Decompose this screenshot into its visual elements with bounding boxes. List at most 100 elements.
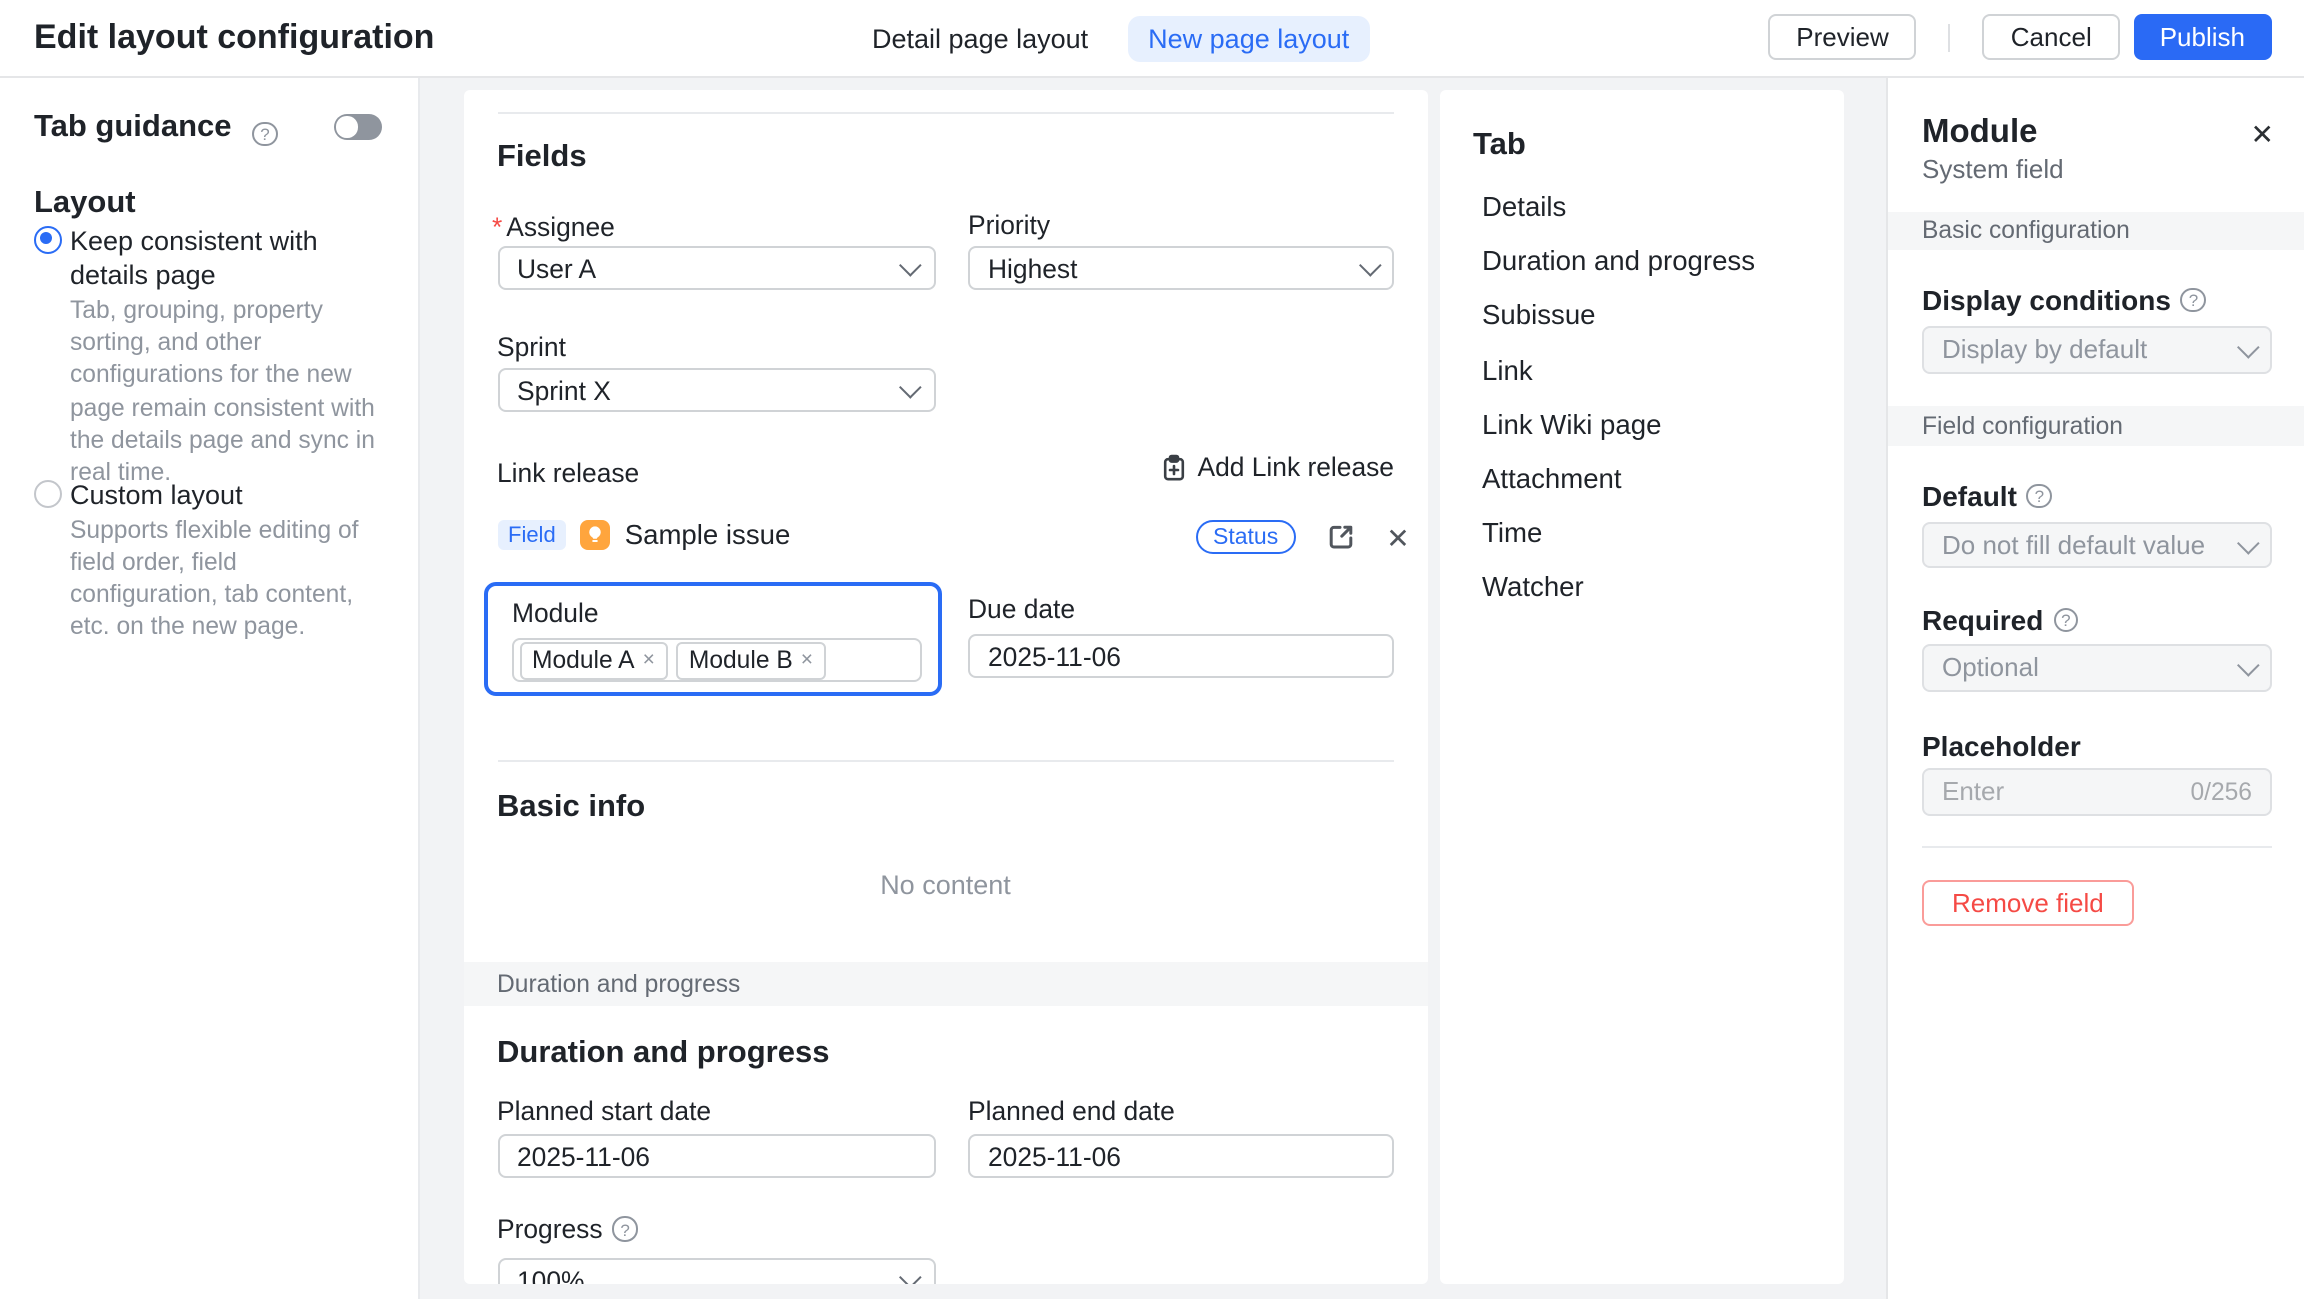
default-help-icon[interactable]: ? xyxy=(2026,483,2052,509)
required-select: Optional xyxy=(1922,644,2272,691)
tab-item-time[interactable]: Time xyxy=(1440,506,1843,560)
radio-keep-consistent[interactable] xyxy=(34,226,62,254)
module-field-selected-box[interactable]: Module Module A × Module B × xyxy=(484,582,942,696)
default-label: Default xyxy=(1922,480,2017,512)
radio-keep-consistent-label[interactable]: Keep consistent with details page xyxy=(70,223,374,292)
link-release-label: Link release xyxy=(497,458,640,488)
chevron-down-icon xyxy=(2236,654,2258,676)
assignee-value: User A xyxy=(517,253,597,283)
display-conditions-select: Display by default xyxy=(1922,326,2272,373)
tab-item-link-wiki-page[interactable]: Link Wiki page xyxy=(1440,398,1843,452)
progress-label: Progress xyxy=(497,1214,603,1244)
config-divider xyxy=(1922,845,2272,847)
add-link-release-button[interactable]: Add Link release xyxy=(1160,452,1394,482)
due-date-value: 2025-11-06 xyxy=(988,641,1121,671)
placeholder-label: Placeholder xyxy=(1922,730,2081,762)
edit-layout-configuration-screen: Edit layout configuration Detail page la… xyxy=(0,0,2304,1299)
required-help-icon[interactable]: ? xyxy=(2053,607,2079,633)
radio-custom-layout-label[interactable]: Custom layout xyxy=(70,477,374,512)
issue-type-icon xyxy=(580,520,611,550)
field-configuration-band: Field configuration xyxy=(1888,406,2304,445)
header-actions: Preview Cancel Publish xyxy=(1768,14,2271,60)
sprint-select[interactable]: Sprint X xyxy=(497,368,935,412)
planned-start-input[interactable]: 2025-11-06 xyxy=(497,1134,935,1178)
layout-section-label: Layout xyxy=(34,186,136,220)
display-conditions-label: Display conditions xyxy=(1922,284,2171,316)
config-panel-title: Module xyxy=(1922,114,2038,150)
tab-detail-page-layout[interactable]: Detail page layout xyxy=(860,15,1100,61)
priority-select[interactable]: Highest xyxy=(968,246,1394,290)
chevron-down-icon xyxy=(2236,531,2258,553)
tab-item-watcher[interactable]: Watcher xyxy=(1440,561,1843,615)
tab-panel-heading: Tab xyxy=(1473,128,1526,162)
page-title: Edit layout configuration xyxy=(34,18,435,56)
remove-tag-icon[interactable]: × xyxy=(643,648,655,672)
due-date-input[interactable]: 2025-11-06 xyxy=(968,634,1394,678)
chevron-down-icon xyxy=(899,254,921,276)
required-asterisk: * xyxy=(492,212,503,242)
display-conditions-help-icon[interactable]: ? xyxy=(2180,287,2206,313)
duration-progress-band-label: Duration and progress xyxy=(497,969,741,998)
placeholder-input: Enter 0/256 xyxy=(1922,768,2272,815)
required-row: Required ? xyxy=(1922,604,2079,636)
close-panel-icon[interactable]: ✕ xyxy=(2251,118,2274,152)
radio-keep-consistent-description: Tab, grouping, property sorting, and oth… xyxy=(70,296,375,487)
tab-item-subissue[interactable]: Subissue xyxy=(1440,289,1843,343)
module-label: Module xyxy=(512,598,599,628)
progress-value: 100% xyxy=(517,1265,585,1283)
assignee-label-row: * Assignee xyxy=(492,210,615,246)
layout-tabs: Detail page layout New page layout xyxy=(860,0,1370,76)
section-divider xyxy=(497,760,1394,762)
default-select: Do not fill default value xyxy=(1922,521,2272,568)
module-tag-label: Module A xyxy=(532,646,635,674)
tab-item-link[interactable]: Link xyxy=(1440,343,1843,397)
tab-item-duration-and-progress[interactable]: Duration and progress xyxy=(1440,234,1843,288)
radio-custom-layout-description: Supports flexible editing of field order… xyxy=(70,515,359,641)
remove-linked-issue-icon[interactable]: ✕ xyxy=(1386,523,1409,551)
sprint-label: Sprint xyxy=(497,332,566,362)
module-tags-input[interactable]: Module A × Module B × xyxy=(512,638,922,682)
remove-tag-icon[interactable]: × xyxy=(801,648,813,672)
tab-list-panel: Tab Details Duration and progress Subiss… xyxy=(1440,90,1843,1283)
required-label: Required xyxy=(1922,604,2044,636)
planned-end-input[interactable]: 2025-11-06 xyxy=(968,1134,1394,1178)
priority-value: Highest xyxy=(988,253,1078,283)
radio-custom-layout[interactable] xyxy=(34,480,62,508)
remove-field-button[interactable]: Remove field xyxy=(1922,880,2134,925)
duration-progress-heading: Duration and progress xyxy=(497,1036,830,1070)
cancel-button[interactable]: Cancel xyxy=(1982,14,2120,60)
duration-progress-band: Duration and progress xyxy=(464,962,1427,1005)
config-panel-subtitle: System field xyxy=(1922,154,2064,184)
char-counter: 0/256 xyxy=(2190,777,2252,806)
fields-heading: Fields xyxy=(497,140,587,174)
status-pill[interactable]: Status xyxy=(1195,520,1297,554)
progress-select[interactable]: 100% xyxy=(497,1258,935,1283)
header-divider xyxy=(1948,23,1951,51)
basic-configuration-band: Basic configuration xyxy=(1888,211,2304,250)
form-preview-panel: Fields * Assignee Priority User A Highest… xyxy=(464,90,1427,1283)
tab-item-attachment[interactable]: Attachment xyxy=(1440,452,1843,506)
tab-guidance-label: Tab guidance xyxy=(34,110,232,144)
tab-guidance-help-icon[interactable]: ? xyxy=(252,121,278,147)
tab-list: Details Duration and progress Subissue L… xyxy=(1440,180,1843,615)
tab-new-page-layout[interactable]: New page layout xyxy=(1128,15,1370,61)
chevron-down-icon xyxy=(899,1266,921,1283)
assignee-select[interactable]: User A xyxy=(497,246,935,290)
assignee-label: Assignee xyxy=(506,212,615,242)
planned-end-label: Planned end date xyxy=(968,1096,1175,1126)
clipboard-plus-icon xyxy=(1163,453,1184,480)
tab-guidance-toggle[interactable] xyxy=(334,114,381,140)
field-configuration-label: Field configuration xyxy=(1922,411,2123,440)
open-external-icon[interactable] xyxy=(1328,524,1354,550)
preview-button[interactable]: Preview xyxy=(1768,14,1917,60)
header: Edit layout configuration Detail page la… xyxy=(0,0,2304,77)
issue-title[interactable]: Sample issue xyxy=(625,520,791,550)
progress-help-icon[interactable]: ? xyxy=(612,1216,638,1242)
publish-button[interactable]: Publish xyxy=(2133,14,2271,60)
module-tag: Module B × xyxy=(675,641,827,679)
default-value: Do not fill default value xyxy=(1942,529,2206,560)
tab-item-details[interactable]: Details xyxy=(1440,180,1843,234)
due-date-label: Due date xyxy=(968,594,1076,624)
field-chip: Field xyxy=(497,520,567,550)
module-tag: Module A × xyxy=(519,641,668,679)
